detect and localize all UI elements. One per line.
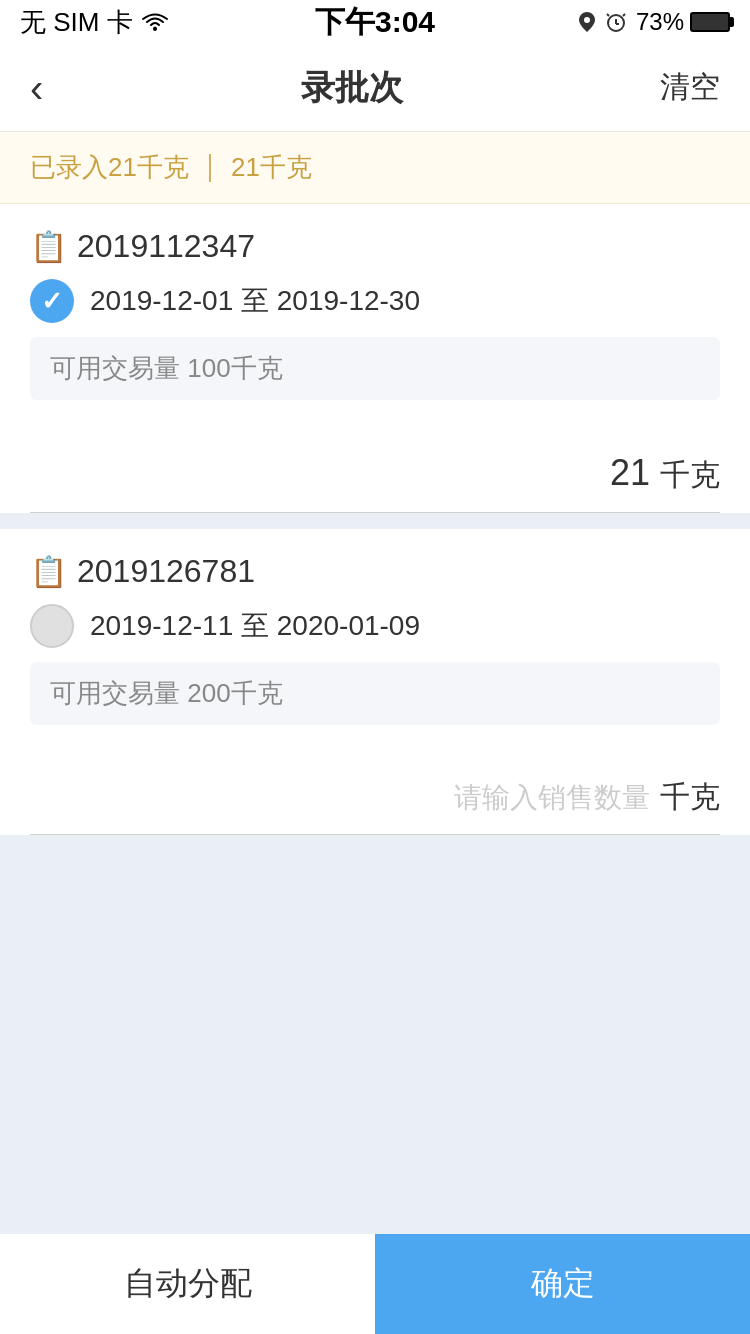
nav-bar: ‹ 录批次 清空 xyxy=(0,44,750,132)
batch-date-row-2: 2019-12-11 至 2020-01-09 xyxy=(30,604,720,648)
info-bar: 已录入21千克 21千克 xyxy=(0,132,750,204)
batch-item-1[interactable]: 📋 2019112347 2019-12-01 至 2019-12-30 可用交… xyxy=(0,204,750,513)
battery-icon xyxy=(690,12,730,32)
input-unit-2: 千克 xyxy=(660,777,720,818)
batch-qty-text-1: 可用交易量 100千克 xyxy=(50,353,283,383)
alarm-icon xyxy=(606,11,626,33)
carrier-text: 无 SIM 卡 xyxy=(20,5,133,40)
recorded-value: 21千克 xyxy=(231,150,312,185)
recorded-label: 已录入21千克 xyxy=(30,150,189,185)
amount-value-1: 21 xyxy=(610,452,650,494)
clear-button[interactable]: 清空 xyxy=(660,67,720,108)
status-time: 下午3:04 xyxy=(315,2,435,43)
batch-qty-box-1: 可用交易量 100千克 xyxy=(30,337,720,400)
section-divider xyxy=(0,513,750,529)
status-right: 73% xyxy=(578,8,730,36)
amount-row-1: 21 千克 xyxy=(0,436,750,512)
batch-id-text-2: 2019126781 xyxy=(77,553,255,590)
info-divider xyxy=(209,154,211,182)
svg-point-0 xyxy=(153,27,157,31)
batch-checkbox-1[interactable] xyxy=(30,279,74,323)
batch-checkbox-2[interactable] xyxy=(30,604,74,648)
back-button[interactable]: ‹ xyxy=(30,68,43,108)
batch-date-row-1: 2019-12-01 至 2019-12-30 xyxy=(30,279,720,323)
confirm-button[interactable]: 确定 xyxy=(375,1234,750,1334)
svg-line-5 xyxy=(607,14,609,16)
batch-qty-text-2: 可用交易量 200千克 xyxy=(50,678,283,708)
batch-icon-1: 📋 xyxy=(30,229,67,264)
bottom-bar: 自动分配 确定 xyxy=(0,1234,750,1334)
wifi-icon xyxy=(141,12,169,32)
svg-point-1 xyxy=(584,17,590,23)
status-left: 无 SIM 卡 xyxy=(20,5,169,40)
batch-icon-2: 📋 xyxy=(30,554,67,589)
battery-text: 73% xyxy=(636,8,684,36)
batch-id-row-1: 📋 2019112347 xyxy=(30,228,720,265)
page-title: 录批次 xyxy=(301,65,403,111)
auto-distribute-button[interactable]: 自动分配 xyxy=(0,1234,375,1334)
batch-qty-box-2: 可用交易量 200千克 xyxy=(30,662,720,725)
svg-line-6 xyxy=(623,14,625,16)
gray-area xyxy=(0,835,750,1295)
batch-id-text-1: 2019112347 xyxy=(77,228,255,265)
input-row-2: 请输入销售数量 千克 xyxy=(0,761,750,834)
amount-unit-1: 千克 xyxy=(660,455,720,496)
batch-date-text-1: 2019-12-01 至 2019-12-30 xyxy=(90,282,420,320)
location-icon xyxy=(578,11,596,33)
batch-id-row-2: 📋 2019126781 xyxy=(30,553,720,590)
batch-item-2[interactable]: 📋 2019126781 2019-12-11 至 2020-01-09 可用交… xyxy=(0,529,750,835)
status-bar: 无 SIM 卡 下午3:04 73% xyxy=(0,0,750,44)
batch-date-text-2: 2019-12-11 至 2020-01-09 xyxy=(90,607,420,645)
input-placeholder-2: 请输入销售数量 xyxy=(454,779,650,817)
